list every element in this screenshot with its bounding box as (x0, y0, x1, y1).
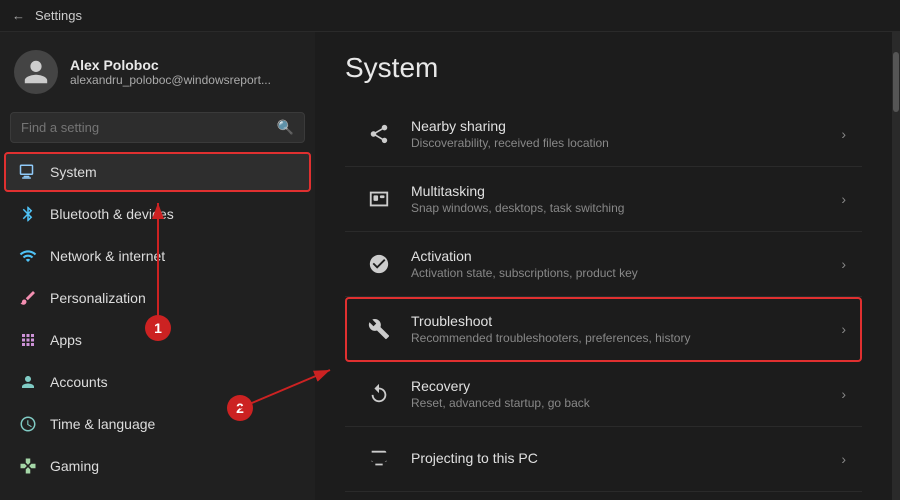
user-email: alexandru_poloboc@windowsreport... (70, 73, 271, 87)
user-info: Alex Poloboc alexandru_poloboc@windowsre… (70, 57, 271, 87)
multitasking-title: Multitasking (411, 183, 841, 199)
sidebar-item-network-label: Network & internet (50, 248, 165, 264)
user-profile[interactable]: Alex Poloboc alexandru_poloboc@windowsre… (0, 32, 315, 108)
sidebar-item-apps-label: Apps (50, 332, 82, 348)
time-icon (18, 414, 38, 434)
projecting-text: Projecting to this PC (411, 450, 841, 468)
search-input[interactable] (21, 120, 269, 135)
scrollbar-thumb[interactable] (893, 52, 899, 112)
recovery-title: Recovery (411, 378, 841, 394)
sidebar-item-network[interactable]: Network & internet (4, 236, 311, 276)
recovery-chevron: › (841, 386, 846, 402)
multitasking-desc: Snap windows, desktops, task switching (411, 201, 841, 215)
projecting-chevron: › (841, 451, 846, 467)
multitasking-icon (361, 181, 397, 217)
sidebar-item-system[interactable]: System (4, 152, 311, 192)
sidebar: Alex Poloboc alexandru_poloboc@windowsre… (0, 32, 315, 500)
nearby-sharing-desc: Discoverability, received files location (411, 136, 841, 150)
sidebar-item-time-label: Time & language (50, 416, 155, 432)
settings-item-nearby-sharing[interactable]: Nearby sharing Discoverability, received… (345, 102, 862, 167)
sidebar-item-gaming[interactable]: Gaming (4, 446, 311, 486)
troubleshoot-icon (361, 311, 397, 347)
sidebar-item-bluetooth[interactable]: Bluetooth & devices (4, 194, 311, 234)
sidebar-item-personalization-label: Personalization (50, 290, 146, 306)
settings-item-multitasking[interactable]: Multitasking Snap windows, desktops, tas… (345, 167, 862, 232)
gaming-icon (18, 456, 38, 476)
troubleshoot-chevron: › (841, 321, 846, 337)
accounts-icon (18, 372, 38, 392)
projecting-title: Projecting to this PC (411, 450, 841, 466)
user-name: Alex Poloboc (70, 57, 271, 73)
activation-chevron: › (841, 256, 846, 272)
activation-text: Activation Activation state, subscriptio… (411, 248, 841, 280)
settings-item-recovery[interactable]: Recovery Reset, advanced startup, go bac… (345, 362, 862, 427)
settings-item-troubleshoot[interactable]: Troubleshoot Recommended troubleshooters… (345, 297, 862, 362)
sidebar-item-accounts-label: Accounts (50, 374, 108, 390)
title-bar-label: Settings (35, 8, 82, 23)
troubleshoot-text: Troubleshoot Recommended troubleshooters… (411, 313, 841, 345)
personalization-icon (18, 288, 38, 308)
nearby-sharing-title: Nearby sharing (411, 118, 841, 134)
bluetooth-icon (18, 204, 38, 224)
troubleshoot-title: Troubleshoot (411, 313, 841, 329)
search-icon: 🔍 (277, 119, 294, 136)
network-icon (18, 246, 38, 266)
main-layout: Alex Poloboc alexandru_poloboc@windowsre… (0, 32, 900, 500)
sidebar-item-personalization[interactable]: Personalization (4, 278, 311, 318)
activation-icon (361, 246, 397, 282)
sidebar-item-system-label: System (50, 164, 97, 180)
scrollbar-track[interactable] (892, 32, 900, 500)
troubleshoot-desc: Recommended troubleshooters, preferences… (411, 331, 841, 345)
nearby-sharing-chevron: › (841, 126, 846, 142)
activation-title: Activation (411, 248, 841, 264)
back-button[interactable]: ← (12, 8, 25, 23)
multitasking-chevron: › (841, 191, 846, 207)
recovery-desc: Reset, advanced startup, go back (411, 396, 841, 410)
recovery-text: Recovery Reset, advanced startup, go bac… (411, 378, 841, 410)
sidebar-item-bluetooth-label: Bluetooth & devices (50, 206, 174, 222)
apps-icon (18, 330, 38, 350)
settings-item-projecting[interactable]: Projecting to this PC › (345, 427, 862, 492)
avatar (14, 50, 58, 94)
settings-item-activation[interactable]: Activation Activation state, subscriptio… (345, 232, 862, 297)
page-title: System (345, 52, 862, 84)
system-icon (18, 162, 38, 182)
multitasking-text: Multitasking Snap windows, desktops, tas… (411, 183, 841, 215)
sidebar-item-accounts[interactable]: Accounts (4, 362, 311, 402)
title-bar: ← Settings (0, 0, 900, 32)
search-box[interactable]: 🔍 (10, 112, 305, 143)
nearby-sharing-icon (361, 116, 397, 152)
projecting-icon (361, 441, 397, 477)
sidebar-item-gaming-label: Gaming (50, 458, 99, 474)
nearby-sharing-text: Nearby sharing Discoverability, received… (411, 118, 841, 150)
content-area: System Nearby sharing Discoverability, r… (315, 32, 892, 500)
sidebar-item-time[interactable]: Time & language (4, 404, 311, 444)
recovery-icon (361, 376, 397, 412)
activation-desc: Activation state, subscriptions, product… (411, 266, 841, 280)
